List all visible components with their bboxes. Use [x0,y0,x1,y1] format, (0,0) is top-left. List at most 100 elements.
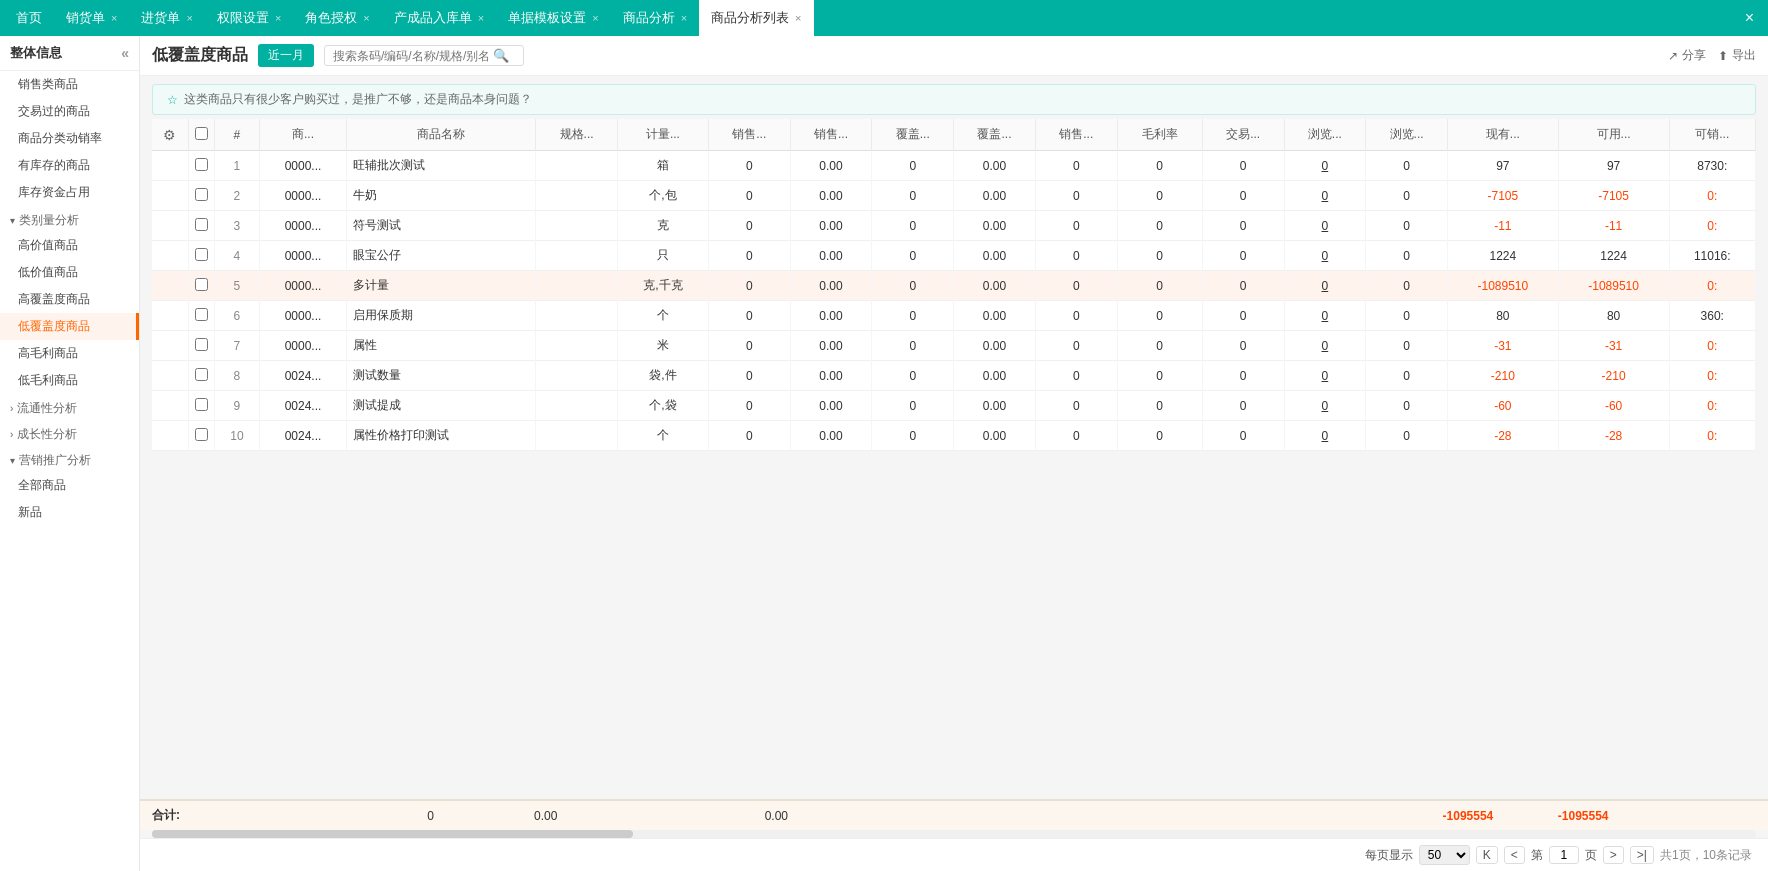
td-num-4: 5 [214,271,260,301]
td-sales2-0: 0.00 [790,151,872,181]
nav-role-auth[interactable]: 角色授权 × [293,0,381,36]
nav-purchase[interactable]: 进货单 × [129,0,204,36]
sidebar-item-low-gross[interactable]: 低毛利商品 [0,367,139,394]
nav-product-analysis-list[interactable]: 商品分析列表 × [699,0,813,36]
sidebar-item-category-turnover[interactable]: 商品分类动销率 [0,125,139,152]
td-current-3: 1224 [1447,241,1558,271]
sidebar-item-high-coverage[interactable]: 高覆盖度商品 [0,286,139,313]
td-cover1-6: 0 [872,331,954,361]
last-page-btn[interactable]: >| [1630,846,1654,864]
row-checkbox-8[interactable] [195,398,208,411]
search-icon[interactable]: 🔍 [493,48,509,63]
sidebar-section-growth[interactable]: › 成长性分析 [0,420,139,446]
horizontal-scrollbar[interactable] [152,830,1756,838]
td-browse1-2[interactable]: 0 [1284,211,1366,241]
td-browse1-8[interactable]: 0 [1284,391,1366,421]
td-checkbox-4[interactable] [188,271,214,301]
section-arrow-category: ▾ [10,215,15,226]
td-cover2-6: 0.00 [954,331,1036,361]
th-num: # [214,119,260,151]
td-sales1-5: 0 [708,301,790,331]
share-btn[interactable]: ↗ 分享 [1668,47,1706,64]
scroll-thumb[interactable] [152,830,633,838]
sidebar-item-sales-goods[interactable]: 销售类商品 [0,71,139,98]
row-checkbox-4[interactable] [195,278,208,291]
sidebar-item-all-goods[interactable]: 全部商品 [0,472,139,499]
sidebar-item-new-goods[interactable]: 新品 [0,499,139,526]
next-page-btn[interactable]: > [1603,846,1624,864]
row-checkbox-9[interactable] [195,428,208,441]
row-checkbox-3[interactable] [195,248,208,261]
row-checkbox-2[interactable] [195,218,208,231]
sidebar-item-low-value[interactable]: 低价值商品 [0,259,139,286]
sidebar-item-low-coverage[interactable]: 低覆盖度商品 [0,313,139,340]
th-settings[interactable]: ⚙ [152,119,188,151]
prev-page-btn[interactable]: < [1504,846,1525,864]
nav-product-warehouse-close[interactable]: × [478,12,484,24]
td-checkbox-0[interactable] [188,151,214,181]
sidebar-item-traded-goods[interactable]: 交易过的商品 [0,98,139,125]
td-checkbox-3[interactable] [188,241,214,271]
nav-product-analysis-close[interactable]: × [681,12,687,24]
nav-product-analysis-list-close[interactable]: × [795,12,801,24]
sidebar-section-marketing[interactable]: ▾ 营销推广分析 [0,446,139,472]
td-browse1-5[interactable]: 0 [1284,301,1366,331]
td-browse1-9[interactable]: 0 [1284,421,1366,451]
row-checkbox-6[interactable] [195,338,208,351]
td-cover2-5: 0.00 [954,301,1036,331]
sidebar-item-high-value[interactable]: 高价值商品 [0,232,139,259]
row-checkbox-5[interactable] [195,308,208,321]
export-btn[interactable]: ⬆ 导出 [1718,47,1756,64]
page-size-select[interactable]: 50 100 200 [1419,845,1470,865]
td-browse1-0[interactable]: 0 [1284,151,1366,181]
nav-product-warehouse[interactable]: 产成品入库单 × [382,0,496,36]
td-cover1-9: 0 [872,421,954,451]
main-layout: 整体信息 « 销售类商品 交易过的商品 商品分类动销率 有库存的商品 库存资金占… [0,36,1768,871]
nav-permissions[interactable]: 权限设置 × [205,0,293,36]
td-browse1-4[interactable]: 0 [1284,271,1366,301]
td-spec-9 [536,421,618,451]
table-container[interactable]: ⚙ # 商... 商品名称 规格... 计量... 销售... 销售... 覆盖… [140,119,1768,799]
nav-home[interactable]: 首页 [4,0,54,36]
td-browse1-1[interactable]: 0 [1284,181,1366,211]
nav-close-all[interactable]: × [1735,9,1764,27]
first-page-btn[interactable]: K [1476,846,1498,864]
search-input[interactable] [333,49,493,63]
td-browse1-3[interactable]: 0 [1284,241,1366,271]
td-checkbox-8[interactable] [188,391,214,421]
td-checkbox-9[interactable] [188,421,214,451]
td-code-4: 0000... [260,271,346,301]
page-input[interactable] [1549,846,1579,864]
td-checkbox-1[interactable] [188,181,214,211]
row-checkbox-7[interactable] [195,368,208,381]
td-sales3-9: 0 [1035,421,1117,451]
sidebar-item-stock-capital[interactable]: 库存资金占用 [0,179,139,206]
td-browse1-7[interactable]: 0 [1284,361,1366,391]
nav-permissions-close[interactable]: × [275,12,281,24]
td-checkbox-5[interactable] [188,301,214,331]
nav-sales-order-close[interactable]: × [111,12,117,24]
nav-product-analysis[interactable]: 商品分析 × [611,0,699,36]
section-arrow-growth: › [10,429,13,440]
settings-icon[interactable]: ⚙ [163,127,176,143]
select-all-checkbox[interactable] [195,127,208,140]
sidebar-item-stock-goods[interactable]: 有库存的商品 [0,152,139,179]
td-checkbox-6[interactable] [188,331,214,361]
sidebar-section-category[interactable]: ▾ 类别量分析 [0,206,139,232]
td-checkbox-7[interactable] [188,361,214,391]
footer-current: -1095554 [1410,809,1525,823]
nav-role-auth-close[interactable]: × [363,12,369,24]
time-filter-btn[interactable]: 近一月 [258,44,314,67]
td-checkbox-2[interactable] [188,211,214,241]
nav-sales-order[interactable]: 销货单 × [54,0,129,36]
nav-template-settings-close[interactable]: × [592,12,598,24]
row-checkbox-1[interactable] [195,188,208,201]
sidebar-collapse-btn[interactable]: « [121,45,129,61]
sidebar-section-circulation[interactable]: › 流通性分析 [0,394,139,420]
td-browse1-6[interactable]: 0 [1284,331,1366,361]
nav-purchase-close[interactable]: × [186,12,192,24]
sidebar-item-high-gross[interactable]: 高毛利商品 [0,340,139,367]
row-checkbox-0[interactable] [195,158,208,171]
td-trade-4: 0 [1202,271,1284,301]
nav-template-settings[interactable]: 单据模板设置 × [496,0,610,36]
